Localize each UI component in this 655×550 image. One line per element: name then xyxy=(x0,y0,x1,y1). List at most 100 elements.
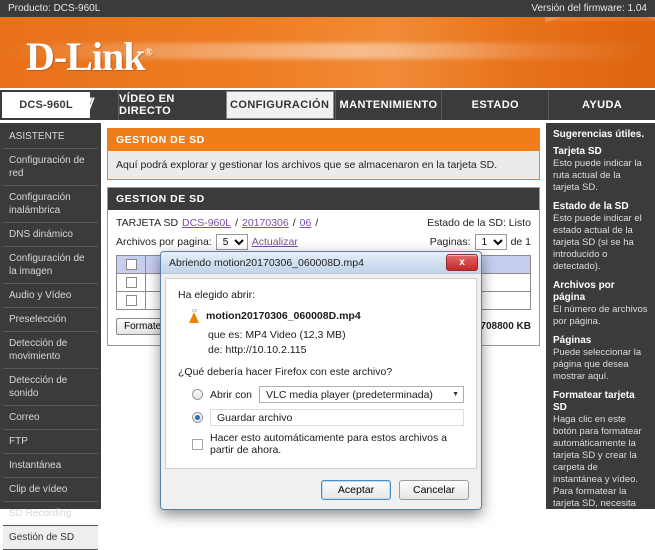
row-checkbox[interactable] xyxy=(125,294,137,306)
tab-mantenimiento[interactable]: MANTENIMIENTO xyxy=(334,90,442,120)
main-navigation: DCS-960L /// VÍDEO EN DIRECTO CONFIGURAC… xyxy=(0,90,655,123)
trademark-icon: ® xyxy=(144,46,153,59)
dialog-question: ¿Qué debería hacer Firefox con este arch… xyxy=(178,366,393,378)
chevron-down-icon[interactable]: ▼ xyxy=(452,391,459,398)
dialog-filetype-value: MP4 Video (12,3 MB) xyxy=(245,329,346,341)
breadcrumb-row: TARJETA SD DCS-960L / 20170306 / 06 / Es… xyxy=(116,217,531,229)
tab-ayuda[interactable]: AYUDA xyxy=(548,90,655,120)
save-file-option[interactable]: Guardar archivo xyxy=(192,409,464,426)
breadcrumb-link-hour[interactable]: 06 xyxy=(300,217,312,229)
sidebar-item-configuracion-de-la-imagen[interactable]: Configuración de la imagen xyxy=(3,247,98,284)
select-all-checkbox[interactable] xyxy=(125,258,137,270)
help-text: Esto puede indicar el estado actual de l… xyxy=(553,213,642,272)
dialog-filename: motion20170306_060008D.mp4 xyxy=(206,310,361,322)
top-status-bar: Producto: DCS-960L Versión del firmware:… xyxy=(0,0,655,17)
select-all-header[interactable] xyxy=(116,255,146,274)
open-with-option[interactable]: Abrir con VLC media player (predetermina… xyxy=(192,386,464,403)
tab-estado[interactable]: ESTADO xyxy=(441,90,548,120)
help-section-paginas: Páginas Puede seleccionar la página que … xyxy=(553,335,648,383)
row-checkbox-cell[interactable] xyxy=(116,273,146,292)
files-per-page-group: Archivos por pagina: 5 Actualizar xyxy=(116,234,298,250)
sidebar-item-sd-recording[interactable]: SD Recording xyxy=(3,502,98,526)
banner-fan-graphic xyxy=(545,17,655,88)
intro-panel-title: GESTION DE SD xyxy=(108,129,539,151)
open-with-select[interactable]: VLC media player (predeterminada) ▼ xyxy=(259,386,464,403)
intro-panel: GESTION DE SD Aquí podrá explorar y gest… xyxy=(107,128,540,180)
sidebar-item-asistente[interactable]: ASISTENTE xyxy=(3,125,98,149)
sidebar-item-clip-de-video[interactable]: Clip de vídeo xyxy=(3,478,98,502)
row-checkbox[interactable] xyxy=(125,276,137,288)
sidebar-item-deteccion-de-sonido[interactable]: Detección de sonido xyxy=(3,369,98,406)
sidebar-item-dns-dinamico[interactable]: DNS dinámico xyxy=(3,223,98,247)
help-heading: Archivos por página xyxy=(553,280,615,303)
sidebar-item-preseleccion[interactable]: Preselección xyxy=(3,308,98,332)
pages-label: Paginas: xyxy=(429,236,471,248)
help-heading: Tarjeta SD xyxy=(553,146,602,157)
dlink-logo: D-Link® xyxy=(26,33,153,80)
dialog-source-row: de: http://10.10.2.115 xyxy=(208,344,464,356)
help-heading: Estado de la SD xyxy=(553,201,629,212)
pages-total-label: de 1 xyxy=(510,236,531,248)
files-per-page-select[interactable]: 5 xyxy=(215,234,248,250)
sidebar-item-configuracion-de-red[interactable]: Configuración de red xyxy=(3,149,98,186)
model-badge: DCS-960L xyxy=(2,92,90,118)
breadcrumb: TARJETA SD DCS-960L / 20170306 / 06 / xyxy=(116,217,318,229)
help-heading: Páginas xyxy=(553,335,592,346)
tab-configuracion[interactable]: CONFIGURACIÓN xyxy=(225,91,334,119)
accept-button[interactable]: Aceptar xyxy=(321,480,391,500)
help-title: Sugerencias útiles. xyxy=(553,129,645,140)
auto-action-checkbox[interactable] xyxy=(192,438,203,450)
open-with-selected-value: VLC media player (predeterminada) xyxy=(266,388,433,401)
dialog-content: Ha elegido abrir: motion20170306_060008D… xyxy=(165,278,477,469)
close-icon[interactable]: x xyxy=(446,254,478,271)
breadcrumb-link-device[interactable]: DCS-960L xyxy=(182,217,231,229)
auto-action-row[interactable]: Hacer esto automáticamente para estos ar… xyxy=(192,432,464,456)
breadcrumb-sep-3: / xyxy=(315,217,319,229)
open-with-radio[interactable] xyxy=(192,389,203,400)
vlc-media-player-icon xyxy=(188,309,200,323)
dialog-title-bar[interactable]: Abriendo motion20170306_060008D.mp4 x xyxy=(161,252,481,274)
refresh-link[interactable]: Actualizar xyxy=(252,236,298,248)
help-heading: Formatear tarjeta SD xyxy=(553,390,635,413)
files-per-page-label: Archivos por pagina: xyxy=(116,236,212,248)
cancel-button[interactable]: Cancelar xyxy=(399,480,469,500)
help-section-archivos-por-pagina: Archivos por página El número de archivo… xyxy=(553,280,648,328)
brand-banner: D-Link® xyxy=(0,17,655,90)
sidebar-item-instantanea[interactable]: Instantánea xyxy=(3,454,98,478)
help-text: Esto puede indicar la ruta actual de la … xyxy=(553,158,642,193)
sidebar-item-correo[interactable]: Correo xyxy=(3,406,98,430)
breadcrumb-sep-1: / xyxy=(235,217,238,229)
row-checkbox-cell[interactable] xyxy=(116,291,146,310)
paging-row: Archivos por pagina: 5 Actualizar Pagina… xyxy=(116,234,531,250)
open-with-label: Abrir con xyxy=(210,388,253,401)
dlink-logo-text: D-Link xyxy=(26,34,145,79)
breadcrumb-link-date[interactable]: 20170306 xyxy=(242,217,289,229)
tab-video-en-directo[interactable]: VÍDEO EN DIRECTO xyxy=(118,90,225,120)
dialog-title: Abriendo motion20170306_060008D.mp4 xyxy=(169,256,364,269)
save-file-radio[interactable] xyxy=(192,412,203,423)
sidebar-item-deteccion-de-movimiento[interactable]: Detección de movimiento xyxy=(3,332,98,369)
sidebar-item-configuracion-inalambrica[interactable]: Configuración inalámbrica xyxy=(3,186,98,223)
sidebar-item-audio-y-video[interactable]: Audio y Vídeo xyxy=(3,284,98,308)
sd-status-label: Estado de la SD: Listo xyxy=(427,217,531,229)
dialog-filetype-key: que es: xyxy=(208,329,243,341)
save-file-label-box: Guardar archivo xyxy=(210,409,464,426)
save-file-label: Guardar archivo xyxy=(217,411,293,424)
sidebar-item-gestion-de-sd[interactable]: Gestión de SD xyxy=(3,526,98,550)
dialog-chose-label: Ha elegido abrir: xyxy=(178,289,256,301)
product-label: Producto: DCS-960L xyxy=(8,3,101,14)
page-select[interactable]: 1 xyxy=(474,234,507,250)
auto-action-label: Hacer esto automáticamente para estos ar… xyxy=(210,432,447,456)
intro-panel-body: Aquí podrá explorar y gestionar los arch… xyxy=(108,151,539,179)
help-section-estado-de-la-sd: Estado de la SD Esto puede indicar el es… xyxy=(553,201,648,273)
dialog-file-row: motion20170306_060008D.mp4 xyxy=(188,309,464,323)
download-dialog: Abriendo motion20170306_060008D.mp4 x Ha… xyxy=(160,251,482,510)
total-size-label: 7708800 KB xyxy=(474,321,531,332)
help-text: Haga clic en este botón para formatear a… xyxy=(553,414,642,509)
dialog-source-value: http://10.10.2.115 xyxy=(225,344,307,356)
sd-card-label: TARJETA SD xyxy=(116,217,179,229)
dialog-filetype-row: que es: MP4 Video (12,3 MB) xyxy=(208,329,464,341)
sidebar-item-ftp[interactable]: FTP xyxy=(3,430,98,454)
firmware-version-label: Versión del firmware: 1.04 xyxy=(531,3,647,14)
